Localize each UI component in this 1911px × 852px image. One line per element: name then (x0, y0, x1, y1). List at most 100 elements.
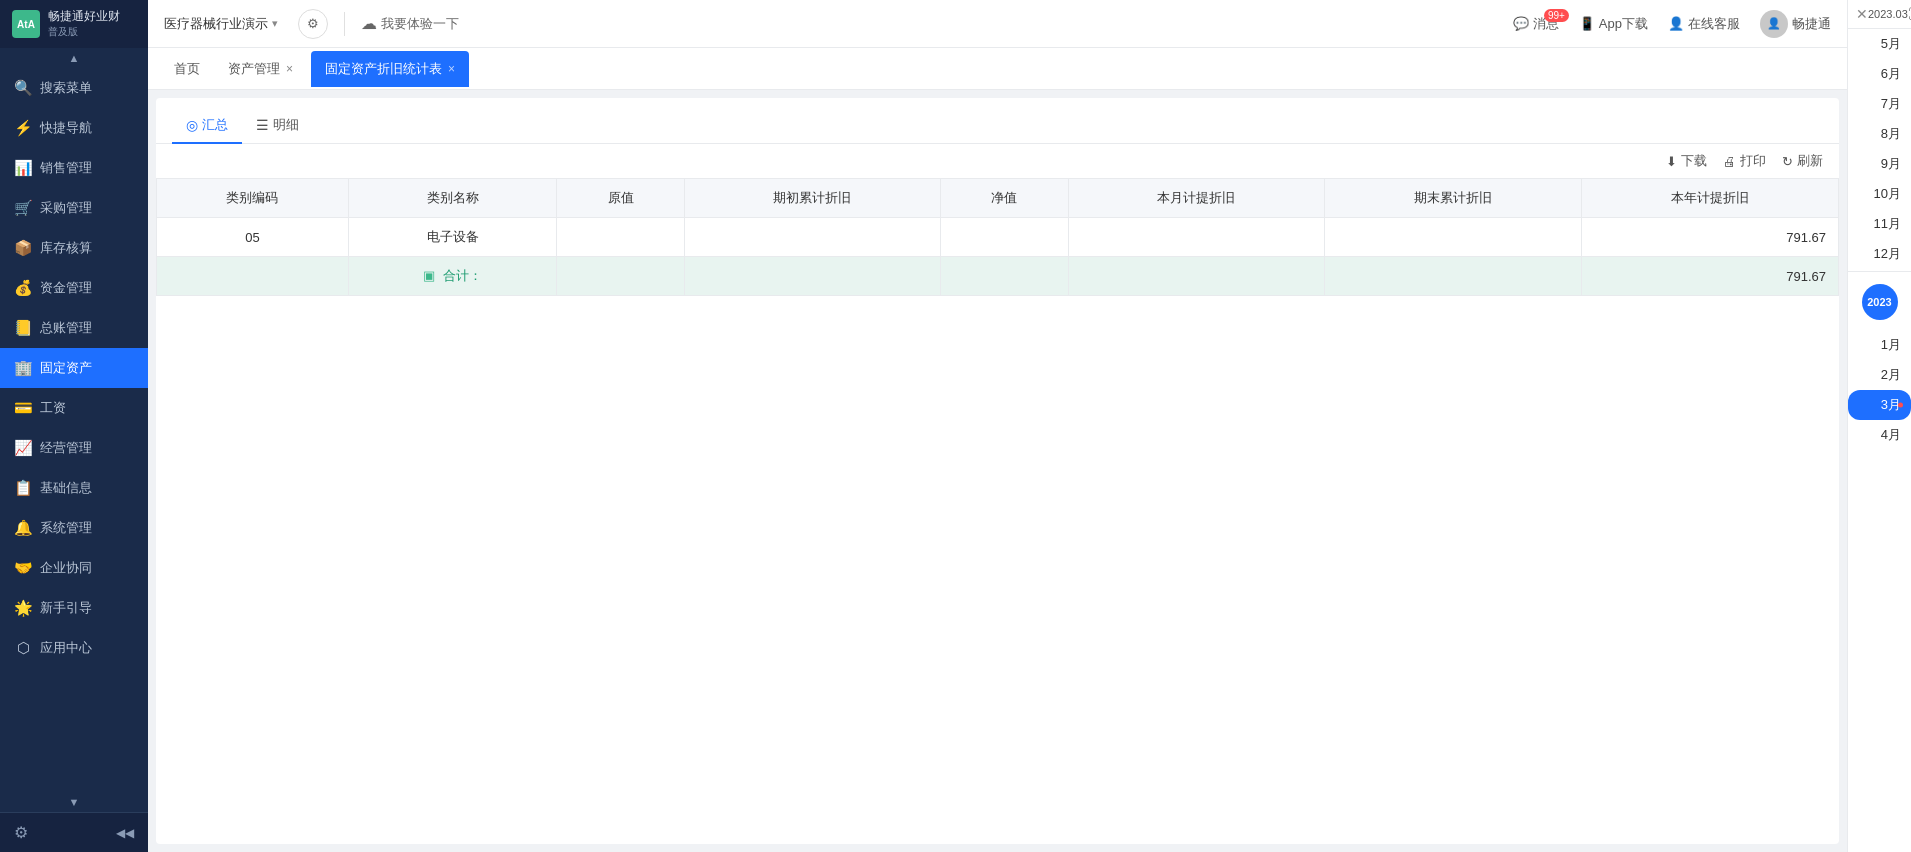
tab-asset-mgmt[interactable]: 资产管理 × (214, 51, 307, 87)
depreciation-table: 类别编码 类别名称 原值 期初累计折旧 净值 本月计提折旧 期末累计折旧 本年计… (156, 178, 1839, 296)
print-button[interactable]: 🖨 打印 (1723, 152, 1766, 170)
tab-asset-mgmt-close[interactable]: × (286, 62, 293, 76)
sidebar-item-finance[interactable]: 💰 资金管理 (0, 268, 148, 308)
sidebar-item-cooperation[interactable]: 🤝 企业协同 (0, 548, 148, 588)
sidebar-item-inventory[interactable]: 📦 库存核算 (0, 228, 148, 268)
date-month-item[interactable]: 4月 (1848, 420, 1911, 450)
date-month-item[interactable]: 9月 (1848, 149, 1911, 179)
sidebar-collapse-icon[interactable]: ◀◀ (116, 826, 134, 840)
total-icon: ▣ (423, 268, 435, 283)
online-service-label: 在线客服 (1688, 15, 1740, 33)
messages-button[interactable]: 💬 消息 99+ (1513, 15, 1559, 33)
summary-icon: ◎ (186, 117, 198, 133)
header-settings-button[interactable]: ⚙ (298, 9, 328, 39)
download-btn-label: 下载 (1681, 152, 1707, 170)
inventory-icon: 📦 (14, 239, 32, 257)
finance-icon: 💰 (14, 279, 32, 297)
tab-depreciation-label: 固定资产折旧统计表 (325, 60, 442, 78)
sidebar-item-label-ledger: 总账管理 (40, 319, 92, 337)
scroll-down-arrow[interactable]: ▼ (0, 792, 148, 812)
col-period-end-dep: 期末累计折旧 (1325, 179, 1582, 218)
date-panel-header: ✕ 2023.03 ⛶ (1848, 0, 1911, 29)
sidebar-item-label-app-center: 应用中心 (40, 639, 92, 657)
total-annual-dep: 791.67 (1582, 257, 1839, 296)
total-label: ▣ 合计： (348, 257, 556, 296)
sidebar-item-system[interactable]: 🔔 系统管理 (0, 508, 148, 548)
date-month-item[interactable]: 10月 (1848, 179, 1911, 209)
year-2023-badge[interactable]: 2023 (1862, 284, 1898, 320)
sidebar-item-purchase[interactable]: 🛒 采购管理 (0, 188, 148, 228)
download-button[interactable]: ⬇ 下载 (1666, 152, 1707, 170)
user-profile[interactable]: 👤 畅捷通 (1760, 10, 1831, 38)
message-icon: 💬 (1513, 16, 1529, 31)
tab-depreciation[interactable]: 固定资产折旧统计表 × (311, 51, 469, 87)
tab-home[interactable]: 首页 (164, 54, 210, 84)
date-month-item[interactable]: 5月 (1848, 29, 1911, 59)
sidebar-item-app-center[interactable]: ⬡ 应用中心 (0, 628, 148, 668)
online-service-button[interactable]: 👤 在线客服 (1668, 15, 1740, 33)
col-initial-dep: 期初累计折旧 (684, 179, 941, 218)
app-download-button[interactable]: 📱 App下载 (1579, 15, 1648, 33)
tab-depreciation-close[interactable]: × (448, 62, 455, 76)
col-monthly-dep: 本月计提折旧 (1068, 179, 1325, 218)
avatar: 👤 (1760, 10, 1788, 38)
row-net (941, 218, 1068, 257)
sidebar: AtA 畅捷通好业财 普及版 ▲ 🔍 搜索菜单 ⚡ 快捷导航 📊 销售管理 🛒 … (0, 0, 148, 852)
row-annual-dep: 791.67 (1582, 218, 1839, 257)
cloud-icon: ☁ (361, 14, 377, 33)
sidebar-item-label-search: 搜索菜单 (40, 79, 92, 97)
sidebar-item-operations[interactable]: 📈 经营管理 (0, 428, 148, 468)
row-initial-dep (684, 218, 941, 257)
company-name: 医疗器械行业演示 (164, 15, 268, 33)
download-icon: 📱 (1579, 16, 1595, 31)
table-wrapper: 类别编码 类别名称 原值 期初累计折旧 净值 本月计提折旧 期末累计折旧 本年计… (156, 178, 1839, 844)
sub-tab-summary[interactable]: ◎ 汇总 (172, 108, 242, 144)
print-btn-label: 打印 (1740, 152, 1766, 170)
sidebar-item-search[interactable]: 🔍 搜索菜单 (0, 68, 148, 108)
company-selector[interactable]: 医疗器械行业演示 ▾ (164, 15, 278, 33)
sub-tab-detail[interactable]: ☰ 明细 (242, 108, 313, 144)
logo-text: 畅捷通好业财 (48, 9, 120, 25)
table-row: 05 电子设备 791.67 (157, 218, 1839, 257)
sidebar-item-fixed-assets[interactable]: 🏢 固定资产 (0, 348, 148, 388)
sidebar-item-guide[interactable]: 🌟 新手引导 (0, 588, 148, 628)
date-month-item[interactable]: 2月 (1848, 360, 1911, 390)
logo-icon: AtA (12, 10, 40, 38)
date-divider (1848, 271, 1911, 272)
date-month-item[interactable]: 11月 (1848, 209, 1911, 239)
col-annual-dep: 本年计提折旧 (1582, 179, 1839, 218)
basic-info-icon: 📋 (14, 479, 32, 497)
scroll-up-arrow[interactable]: ▲ (0, 48, 148, 68)
tab-asset-mgmt-label: 资产管理 (228, 60, 280, 78)
sidebar-item-basic-info[interactable]: 📋 基础信息 (0, 468, 148, 508)
experience-button[interactable]: ☁ 我要体验一下 (361, 14, 459, 33)
date-panel-close-icon[interactable]: ✕ (1856, 6, 1868, 22)
download-btn-icon: ⬇ (1666, 154, 1677, 169)
row-period-end-dep (1325, 218, 1582, 257)
date-month-item[interactable]: 7月 (1848, 89, 1911, 119)
date-month-item[interactable]: 3月 (1848, 390, 1911, 420)
sidebar-item-quick-nav[interactable]: ⚡ 快捷导航 (0, 108, 148, 148)
sidebar-item-ledger[interactable]: 📒 总账管理 (0, 308, 148, 348)
date-month-item[interactable]: 12月 (1848, 239, 1911, 269)
date-panel-content: 5月6月7月8月9月10月11月12月 2023 1月2月3月4月 (1848, 29, 1911, 852)
sidebar-item-payroll[interactable]: 💳 工资 (0, 388, 148, 428)
date-month-item[interactable]: 8月 (1848, 119, 1911, 149)
guide-icon: 🌟 (14, 599, 32, 617)
date-month-item[interactable]: 1月 (1848, 330, 1911, 360)
search-icon: 🔍 (14, 79, 32, 97)
experience-label: 我要体验一下 (381, 15, 459, 33)
sidebar-item-sales[interactable]: 📊 销售管理 (0, 148, 148, 188)
sidebar-settings-icon[interactable]: ⚙ (14, 823, 28, 842)
logo-sub: 普及版 (48, 25, 120, 39)
sidebar-item-label-purchase: 采购管理 (40, 199, 92, 217)
refresh-button[interactable]: ↻ 刷新 (1782, 152, 1823, 170)
header-right: 💬 消息 99+ 📱 App下载 👤 在线客服 👤 畅捷通 (1513, 10, 1831, 38)
sales-icon: 📊 (14, 159, 32, 177)
date-month-item[interactable]: 6月 (1848, 59, 1911, 89)
sidebar-item-label-operations: 经营管理 (40, 439, 92, 457)
header-divider (344, 12, 345, 36)
sidebar-item-label-payroll: 工资 (40, 399, 66, 417)
operations-icon: 📈 (14, 439, 32, 457)
sub-tab-summary-label: 汇总 (202, 116, 228, 134)
